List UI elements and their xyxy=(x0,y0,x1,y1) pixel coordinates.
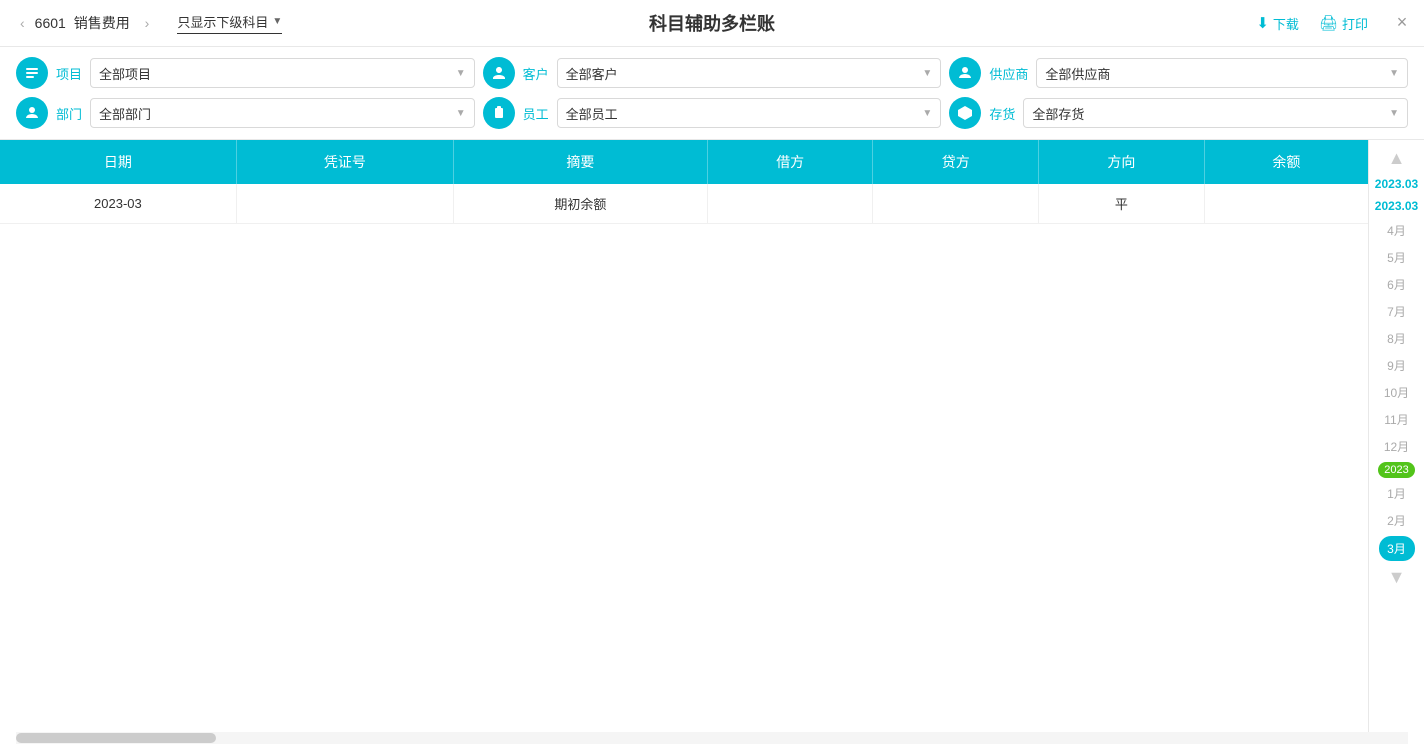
employee-icon xyxy=(483,97,515,129)
project-label: 项目 xyxy=(56,64,82,83)
table-wrapper: 日期 凭证号 摘要 借方 贷方 方向 余额 2023-03 期初余额 平 ▲ 202… xyxy=(0,140,1424,732)
timeline-up-arrow[interactable]: ▲ xyxy=(1384,144,1410,173)
close-button[interactable]: × xyxy=(1390,10,1414,34)
download-label: 下载 xyxy=(1273,14,1299,33)
inventory-icon xyxy=(949,97,981,129)
col-debit: 借方 xyxy=(707,140,873,184)
customer-select-arrow: ▼ xyxy=(922,68,932,79)
timeline-month[interactable]: 9月 xyxy=(1382,352,1411,379)
col-voucher: 凭证号 xyxy=(236,140,453,184)
download-icon: ⬇ xyxy=(1256,14,1269,32)
filter-bar: 项目 全部项目 ▼ 客户 全部客户 ▼ xyxy=(0,47,1424,140)
dept-label: 部门 xyxy=(56,104,82,123)
timeline-header-1: 2023.03 xyxy=(1373,173,1420,195)
cell-voucher xyxy=(236,184,453,224)
cell-summary: 期初余额 xyxy=(453,184,707,224)
print-icon: 🖨 xyxy=(1319,14,1338,32)
cell-direction: 平 xyxy=(1039,184,1205,224)
top-bar: ‹ 6601 销售费用 › 只显示下级科目 ▼ 科目辅助多栏账 ⬇ 下载 🖨 打… xyxy=(0,0,1424,47)
table-container[interactable]: 日期 凭证号 摘要 借方 贷方 方向 余额 2023-03 期初余额 平 xyxy=(0,140,1368,732)
account-label: 6601 销售费用 xyxy=(35,13,135,33)
timeline-month[interactable]: 8月 xyxy=(1382,325,1411,352)
print-button[interactable]: 🖨 打印 xyxy=(1319,14,1368,33)
account-nav: ‹ 6601 销售费用 › xyxy=(16,13,153,33)
timeline-year-badge[interactable]: 2023 xyxy=(1378,462,1414,478)
timeline-month[interactable]: 3月 xyxy=(1379,536,1415,561)
project-select[interactable]: 全部项目 ▼ xyxy=(90,58,475,88)
dept-icon xyxy=(16,97,48,129)
nav-right-arrow[interactable]: › xyxy=(141,13,154,33)
col-summary: 摘要 xyxy=(453,140,707,184)
timeline-month[interactable]: 2月 xyxy=(1379,507,1415,534)
ledger-table: 日期 凭证号 摘要 借方 贷方 方向 余额 2023-03 期初余额 平 xyxy=(0,140,1368,224)
show-sub-dropdown[interactable]: 只显示下级科目 ▼ xyxy=(177,12,282,34)
nav-left-arrow[interactable]: ‹ xyxy=(16,13,29,33)
filter-row-supplier: 供应商 全部供应商 ▼ xyxy=(949,57,1408,89)
timeline-header-2: 2023.03 xyxy=(1373,195,1420,217)
download-button[interactable]: ⬇ 下载 xyxy=(1256,14,1299,33)
table-row[interactable]: 2023-03 期初余额 平 xyxy=(0,184,1368,224)
col-credit: 贷方 xyxy=(873,140,1039,184)
filter-row-employee: 员工 全部员工 ▼ xyxy=(483,97,942,129)
timeline-month[interactable]: 6月 xyxy=(1382,271,1411,298)
scrollbar-thumb[interactable] xyxy=(16,733,216,743)
dept-select[interactable]: 全部部门 ▼ xyxy=(90,98,475,128)
filter-row-project: 项目 全部项目 ▼ xyxy=(16,57,475,89)
supplier-select-arrow: ▼ xyxy=(1389,68,1399,79)
customer-label: 客户 xyxy=(523,64,549,83)
cell-date: 2023-03 xyxy=(0,184,236,224)
filter-row-inventory: 存货 全部存货 ▼ xyxy=(949,97,1408,129)
timeline-month[interactable]: 10月 xyxy=(1382,379,1411,406)
dept-select-arrow: ▼ xyxy=(456,108,466,119)
filter-row-dept: 部门 全部部门 ▼ xyxy=(16,97,475,129)
show-sub-label: 只显示下级科目 xyxy=(177,12,268,31)
timeline-month[interactable]: 7月 xyxy=(1382,298,1411,325)
customer-icon xyxy=(483,57,515,89)
col-balance: 余额 xyxy=(1204,140,1368,184)
col-date: 日期 xyxy=(0,140,236,184)
page-title: 科目辅助多栏账 xyxy=(649,10,775,36)
horizontal-scrollbar[interactable] xyxy=(16,732,1408,744)
employee-label: 员工 xyxy=(523,104,549,123)
inventory-select-arrow: ▼ xyxy=(1389,108,1399,119)
col-direction: 方向 xyxy=(1039,140,1205,184)
timeline-month[interactable]: 1月 xyxy=(1379,480,1415,507)
print-label: 打印 xyxy=(1342,14,1368,33)
supplier-label: 供应商 xyxy=(989,64,1028,83)
timeline-month[interactable]: 5月 xyxy=(1382,244,1411,271)
cell-credit xyxy=(873,184,1039,224)
toolbar-right: ⬇ 下载 🖨 打印 xyxy=(1256,14,1368,33)
timeline-sidebar: ▲ 2023.03 2023.03 4月5月6月7月8月9月10月11月12月 … xyxy=(1368,140,1424,732)
timeline-month[interactable]: 11月 xyxy=(1382,406,1411,433)
filter-row-customer: 客户 全部客户 ▼ xyxy=(483,57,942,89)
cell-debit xyxy=(707,184,873,224)
inventory-label: 存货 xyxy=(989,104,1015,123)
project-select-arrow: ▼ xyxy=(456,68,466,79)
project-icon xyxy=(16,57,48,89)
employee-select-arrow: ▼ xyxy=(922,108,932,119)
cell-balance xyxy=(1204,184,1368,224)
timeline-month[interactable]: 12月 xyxy=(1382,433,1411,460)
inventory-select[interactable]: 全部存货 ▼ xyxy=(1023,98,1408,128)
customer-select[interactable]: 全部客户 ▼ xyxy=(557,58,942,88)
timeline-down-arrow[interactable]: ▼ xyxy=(1384,563,1410,592)
supplier-select[interactable]: 全部供应商 ▼ xyxy=(1036,58,1408,88)
main-window: × ‹ 6601 销售费用 › 只显示下级科目 ▼ 科目辅助多栏账 ⬇ 下载 🖨… xyxy=(0,0,1424,752)
chevron-down-icon: ▼ xyxy=(272,16,282,27)
employee-select[interactable]: 全部员工 ▼ xyxy=(557,98,942,128)
timeline-month[interactable]: 4月 xyxy=(1382,217,1411,244)
supplier-icon xyxy=(949,57,981,89)
